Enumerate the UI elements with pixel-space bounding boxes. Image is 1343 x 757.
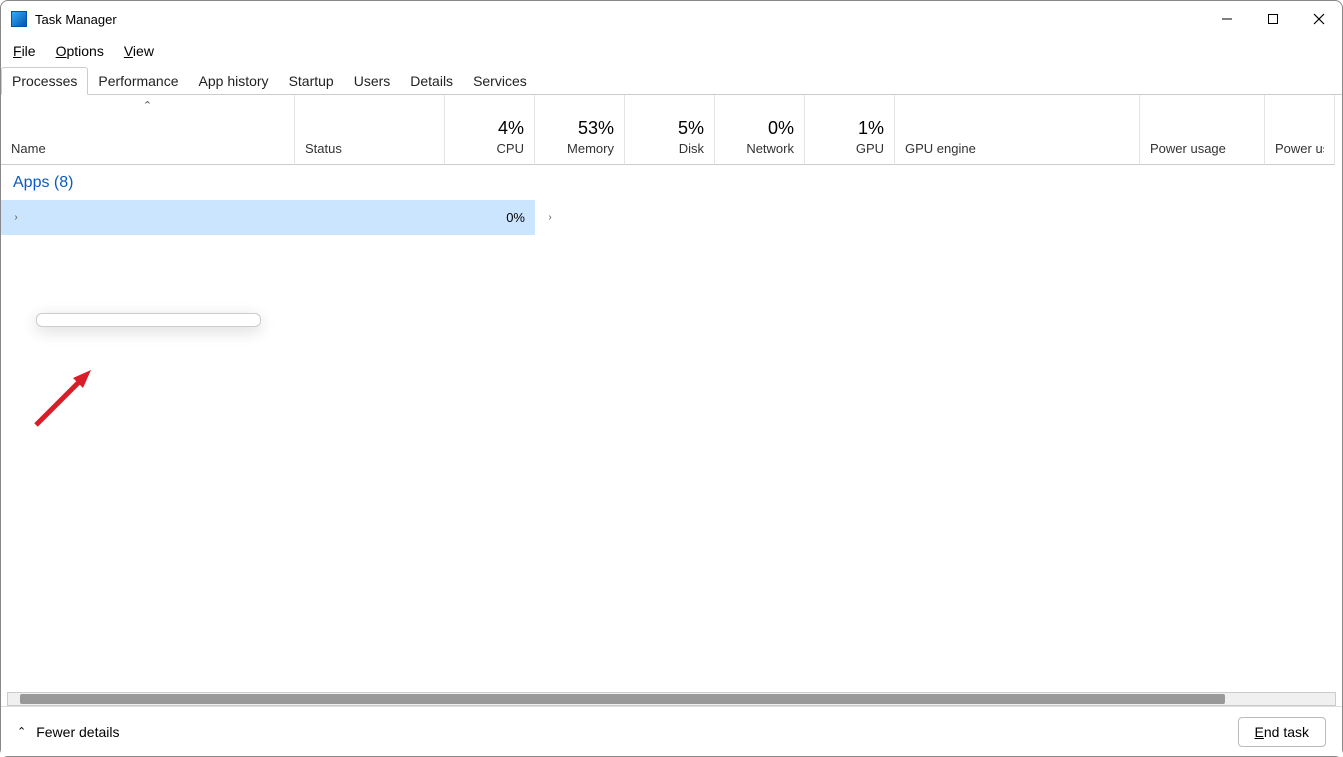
minimize-button[interactable] (1204, 1, 1250, 37)
context-menu (36, 313, 261, 327)
col-cpu[interactable]: 4%CPU (445, 95, 535, 165)
horizontal-scrollbar[interactable] (7, 692, 1336, 706)
col-name[interactable]: ⌃Name (1, 95, 295, 165)
chevron-up-icon: ⌃ (17, 725, 26, 738)
cell-status (295, 200, 445, 235)
end-task-button[interactable]: End task (1238, 717, 1326, 747)
table-row-name[interactable]: › (1, 200, 295, 235)
sort-indicator-icon: ⌃ (143, 99, 152, 112)
window-title: Task Manager (35, 12, 1204, 27)
tab-startup[interactable]: Startup (279, 68, 344, 94)
tab-users[interactable]: Users (344, 68, 401, 94)
col-power-usage[interactable]: Power usage (1140, 95, 1265, 165)
tab-details[interactable]: Details (400, 68, 463, 94)
expand-icon[interactable]: › (11, 212, 21, 223)
tab-services[interactable]: Services (463, 68, 537, 94)
tab-performance[interactable]: Performance (88, 68, 188, 94)
col-gpu[interactable]: 1%GPU (805, 95, 895, 165)
col-power-trend[interactable]: Power usage trend (1265, 95, 1335, 165)
annotation-arrow (31, 360, 101, 430)
footer: ⌃ Fewer details End task (1, 706, 1342, 756)
col-disk[interactable]: 5%Disk (625, 95, 715, 165)
cell-cpu: 0% (445, 200, 535, 235)
menu-file[interactable]: File (13, 43, 36, 59)
process-grid: ⌃Name Status 4%CPU 53%Memory 5%Disk 0%Ne… (1, 95, 1342, 235)
tab-app-history[interactable]: App history (189, 68, 279, 94)
menu-view[interactable]: View (124, 43, 154, 59)
process-grid-wrap: ⌃Name Status 4%CPU 53%Memory 5%Disk 0%Ne… (1, 95, 1342, 706)
scrollbar-thumb[interactable] (20, 694, 1225, 704)
titlebar: Task Manager (1, 1, 1342, 37)
maximize-button[interactable] (1250, 1, 1296, 37)
fewer-details-toggle[interactable]: ⌃ Fewer details (17, 724, 119, 740)
tab-bar: Processes Performance App history Startu… (1, 65, 1342, 95)
col-status[interactable]: Status (295, 95, 445, 165)
table-row-name[interactable]: › (535, 200, 625, 235)
col-gpu-engine[interactable]: GPU engine (895, 95, 1140, 165)
expand-icon[interactable]: › (545, 212, 555, 223)
menubar: File Options View (1, 37, 1342, 65)
col-memory[interactable]: 53%Memory (535, 95, 625, 165)
close-button[interactable] (1296, 1, 1342, 37)
tab-processes[interactable]: Processes (1, 67, 88, 95)
app-icon (11, 11, 27, 27)
menu-options[interactable]: Options (56, 43, 104, 59)
col-network[interactable]: 0%Network (715, 95, 805, 165)
cell-status (625, 200, 715, 235)
group-apps[interactable]: Apps (8) (1, 165, 1335, 200)
